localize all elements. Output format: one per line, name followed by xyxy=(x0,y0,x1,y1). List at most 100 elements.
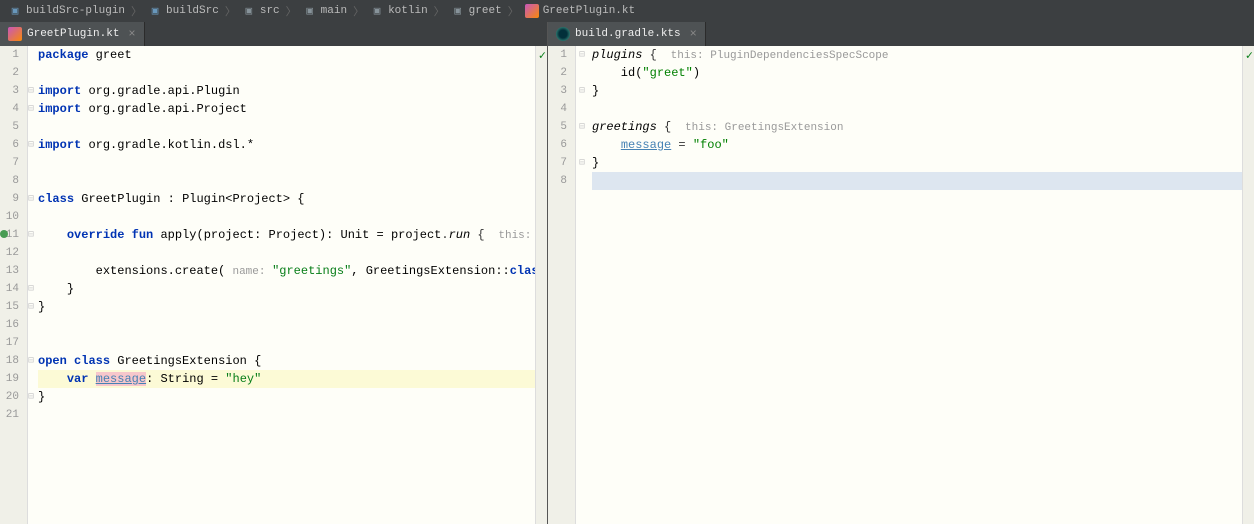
code-line[interactable]: import org.gradle.api.Plugin xyxy=(38,82,547,100)
line-number: 15 xyxy=(4,298,19,316)
chevron-right-icon: 〉 xyxy=(432,3,447,19)
breadcrumb-item[interactable]: ▣main xyxy=(299,4,351,18)
fold-marker[interactable]: ⊟ xyxy=(576,154,588,172)
code-token: "greetings" xyxy=(272,264,351,278)
code-token: { xyxy=(642,48,664,62)
code-token: = xyxy=(671,138,693,152)
code-token: { xyxy=(657,120,679,134)
line-number: 8 xyxy=(4,172,19,190)
code-token: class xyxy=(38,192,81,206)
editor-right[interactable]: 12345678 ⊟ ⊟ ⊟ ⊟ plugins { this: PluginDepe… xyxy=(548,46,1254,524)
code-token: message xyxy=(96,372,146,386)
chevron-right-icon: 〉 xyxy=(129,3,144,19)
code-token: plugins xyxy=(592,48,642,62)
breadcrumb-item[interactable]: ▣kotlin xyxy=(366,4,432,18)
breadcrumb-item[interactable]: ▣src xyxy=(238,4,284,18)
folder-icon: ▣ xyxy=(370,4,384,18)
breadcrumb-label: src xyxy=(260,5,280,17)
code-token: } xyxy=(38,300,45,314)
code-token: var xyxy=(67,372,96,386)
override-gutter-icon[interactable] xyxy=(0,230,8,238)
code-token: package xyxy=(38,48,96,62)
code-token xyxy=(38,228,67,242)
code-token: { xyxy=(470,228,492,242)
tab-label: build.gradle.kts xyxy=(575,28,681,40)
fold-marker xyxy=(576,64,588,82)
line-number: 13 xyxy=(4,262,19,280)
code-line[interactable]: class GreetPlugin : Plugin<Project> { xyxy=(38,190,547,208)
code-line[interactable]: } xyxy=(38,298,547,316)
editor-left[interactable]: 123456789101112131415161718192021 ⊟⊟⊟⊟⊟⊟… xyxy=(0,46,547,524)
code-line[interactable] xyxy=(38,118,547,136)
code-line[interactable] xyxy=(38,208,547,226)
code-line[interactable] xyxy=(592,100,1250,118)
kotlin-file-icon xyxy=(8,27,22,41)
code-line[interactable]: plugins { this: PluginDependenciesSpecSc… xyxy=(592,46,1250,64)
code-token: this: PluginDependenciesSpecScope xyxy=(664,50,888,62)
code-line[interactable] xyxy=(38,172,547,190)
line-number: 6 xyxy=(552,136,567,154)
code-line[interactable]: } xyxy=(592,154,1250,172)
code-line[interactable]: import org.gradle.kotlin.dsl.* xyxy=(38,136,547,154)
code-line[interactable]: extensions.create( name: "greetings", Gr… xyxy=(38,262,547,280)
breadcrumb-item[interactable]: ▣buildSrc-plugin xyxy=(4,4,129,18)
code-token: run xyxy=(449,228,471,242)
breadcrumb-item[interactable]: ▣greet xyxy=(447,4,506,18)
line-number: 7 xyxy=(4,154,19,172)
code-line[interactable] xyxy=(38,334,547,352)
close-icon[interactable]: × xyxy=(128,27,135,41)
code-line[interactable]: import org.gradle.api.Project xyxy=(38,100,547,118)
line-number: 17 xyxy=(4,334,19,352)
code-line[interactable]: } xyxy=(38,280,547,298)
code-token: project xyxy=(391,228,441,242)
code-line[interactable] xyxy=(38,406,547,424)
breadcrumb-item[interactable]: ▣buildSrc xyxy=(144,4,223,18)
code-line[interactable]: message = "foo" xyxy=(592,136,1250,154)
code-content[interactable]: plugins { this: PluginDependenciesSpecSc… xyxy=(588,46,1254,524)
line-number: 3 xyxy=(552,82,567,100)
line-number: 1 xyxy=(552,46,567,64)
line-number: 8 xyxy=(552,172,567,190)
code-line[interactable]: id("greet") xyxy=(592,64,1250,82)
code-line[interactable]: } xyxy=(38,388,547,406)
code-line[interactable]: open class GreetingsExtension { xyxy=(38,352,547,370)
fold-marker[interactable]: ⊟ xyxy=(576,46,588,64)
code-line[interactable] xyxy=(38,244,547,262)
line-number: 14 xyxy=(4,280,19,298)
code-token: } xyxy=(592,156,599,170)
line-number: 6 xyxy=(4,136,19,154)
code-line[interactable]: override fun apply(project: Project): Un… xyxy=(38,226,547,244)
breadcrumb-label: buildSrc xyxy=(166,5,219,17)
line-number: 2 xyxy=(552,64,567,82)
tab-bar-left: GreetPlugin.kt × xyxy=(0,22,547,46)
close-icon[interactable]: × xyxy=(690,27,697,41)
code-line[interactable] xyxy=(38,64,547,82)
chevron-right-icon: 〉 xyxy=(351,3,366,19)
breadcrumb-item[interactable]: GreetPlugin.kt xyxy=(521,4,639,18)
line-number: 16 xyxy=(4,316,19,334)
tab-greetplugin[interactable]: GreetPlugin.kt × xyxy=(0,22,145,46)
fold-marker[interactable]: ⊟ xyxy=(576,118,588,136)
line-number: 9 xyxy=(4,190,19,208)
chevron-right-icon: 〉 xyxy=(506,3,521,19)
breadcrumb-bar: ▣buildSrc-plugin〉▣buildSrc〉▣src〉▣main〉▣k… xyxy=(0,0,1254,22)
code-line[interactable]: package greet xyxy=(38,46,547,64)
code-line[interactable] xyxy=(38,316,547,334)
code-line[interactable] xyxy=(38,154,547,172)
tab-buildgradle[interactable]: build.gradle.kts × xyxy=(548,22,706,46)
code-token: import xyxy=(38,138,88,152)
code-token: ) xyxy=(693,66,700,80)
code-line[interactable] xyxy=(592,172,1250,190)
code-token: project xyxy=(204,228,254,242)
code-token: open class xyxy=(38,354,117,368)
code-token: : String = xyxy=(146,372,225,386)
code-line[interactable]: } xyxy=(592,82,1250,100)
fold-marker[interactable]: ⊟ xyxy=(576,82,588,100)
code-content[interactable]: package greet import org.gradle.api.Plugi… xyxy=(34,46,547,524)
code-line[interactable]: greetings { this: GreetingsExtension xyxy=(592,118,1250,136)
line-gutter: 12345678 xyxy=(548,46,576,524)
folder-icon: ▣ xyxy=(451,4,465,18)
code-line[interactable]: var message: String = "hey" xyxy=(38,370,547,388)
code-token: } xyxy=(592,84,599,98)
line-number: 2 xyxy=(4,64,19,82)
